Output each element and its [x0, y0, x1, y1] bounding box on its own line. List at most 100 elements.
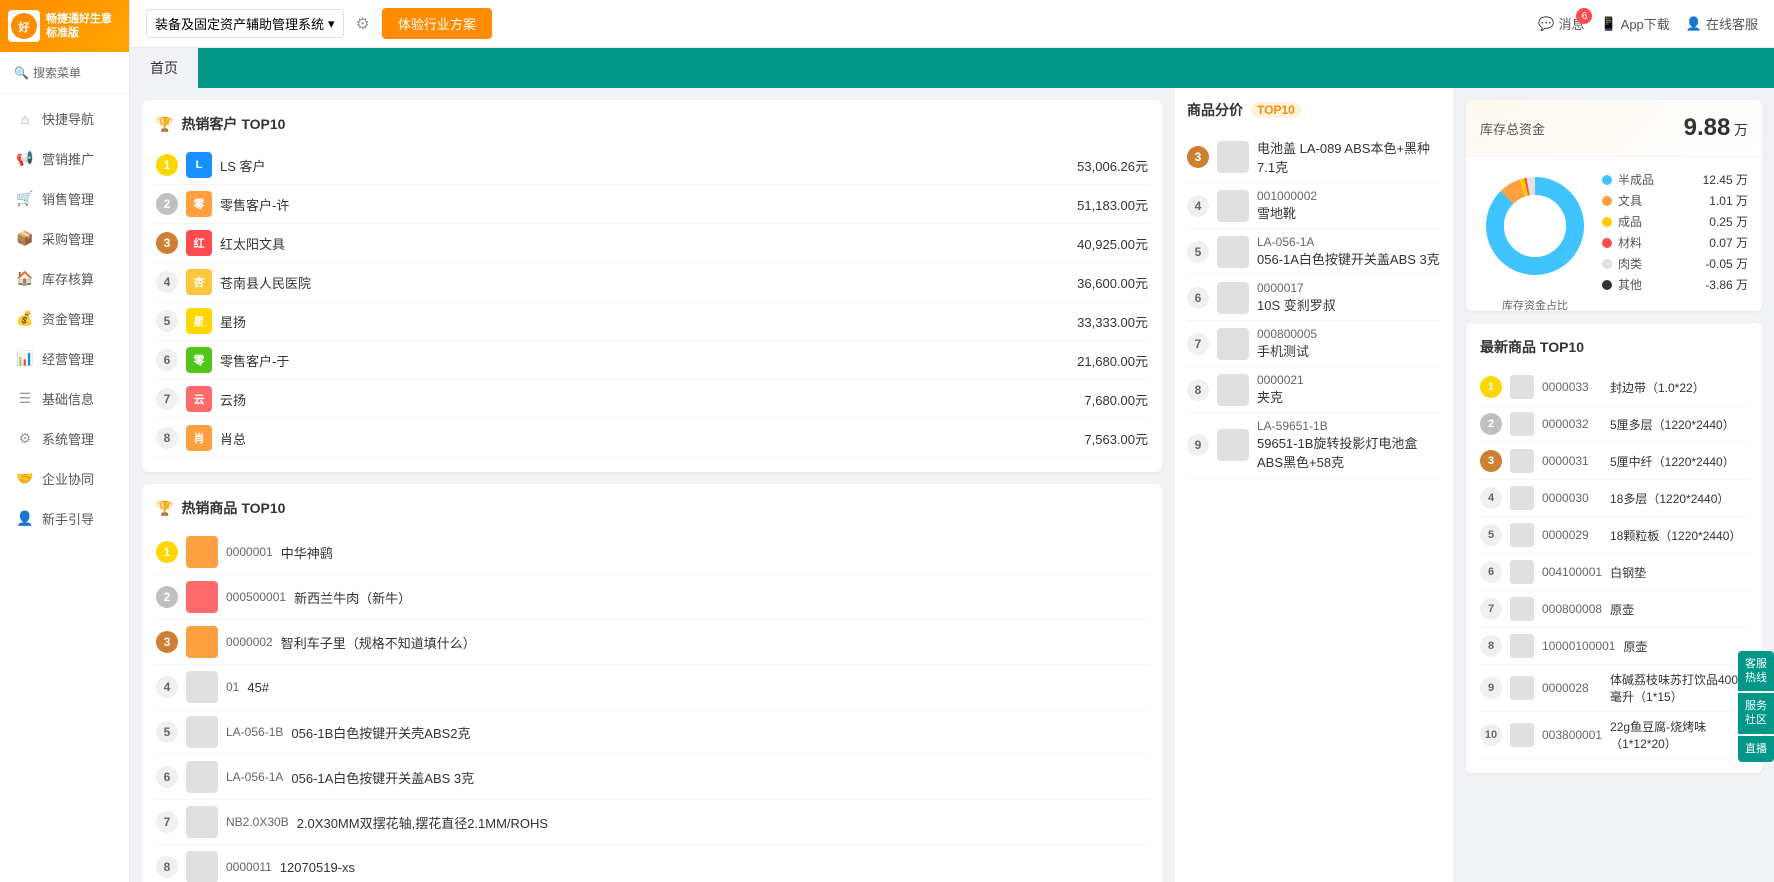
right-panel: 库存总资金 9.88 万	[1454, 88, 1774, 882]
sidebar-header: 好 畅捷通好生意 标准版	[0, 0, 129, 52]
tab-home[interactable]: 首页	[130, 48, 198, 88]
sidebar-item-sales[interactable]: 🛒 销售管理	[4, 179, 125, 218]
customer-amount: 7,563.00元	[1084, 429, 1148, 448]
rank-number: 7	[1480, 598, 1502, 620]
sidebar-item-quick-nav[interactable]: ⌂ 快捷导航	[4, 99, 125, 138]
sidebar-item-guide[interactable]: 👤 新手引导	[4, 499, 125, 538]
product-thumb	[1510, 597, 1534, 621]
message-btn[interactable]: 💬 消息 6	[1538, 14, 1584, 33]
product-code: 0000002	[226, 635, 273, 649]
hot-product-list: 1 0000001 中华神鹞 2 000500001 新西兰牛肉（新牛） 3	[156, 530, 1148, 882]
inventory-amount: 9.88	[1684, 114, 1731, 141]
rank-number-1: 1	[156, 541, 178, 563]
top-badge: TOP10	[1251, 102, 1301, 118]
legend-value: -3.86 万	[1705, 276, 1748, 293]
service-live-btn[interactable]: 直播	[1738, 736, 1774, 762]
product-name: 18多层（1220*2440）	[1610, 490, 1748, 507]
customer-amount: 40,925.00元	[1077, 234, 1148, 253]
search-icon: 🔍	[14, 66, 29, 80]
service-community-label: 服务社区	[1745, 700, 1767, 726]
customer-ranking-label: 热销客户 TOP10	[181, 114, 285, 134]
system-name: 装备及固定资产辅助管理系统	[155, 14, 324, 33]
middle-panel: 🏆 热销客户 TOP10 1 L LS 客户 53,006.26元 2 零	[130, 88, 1174, 882]
new-product-item: 4 0000030 18多层（1220*2440）	[1480, 480, 1748, 517]
rank-number: 8	[1480, 635, 1502, 657]
inventory-body: 库存资金占比 半成品 12.45 万 文具 1.01 万	[1466, 157, 1762, 311]
legend-value: 12.45 万	[1703, 171, 1748, 188]
product-thumb	[186, 671, 218, 703]
product-code: 0000028	[1542, 681, 1602, 695]
topbar-right: 💬 消息 6 📱 App下载 👤 在线客服	[1538, 14, 1758, 33]
product-thumb	[1217, 190, 1249, 222]
search-menu-btn[interactable]: 🔍 搜索菜单	[8, 60, 121, 85]
rank-number-3: 3	[156, 232, 178, 254]
product-code: LA-056-1A	[1257, 235, 1440, 249]
product-code: 0000032	[1542, 417, 1602, 431]
product-code: 0000017	[1257, 281, 1336, 295]
customer-amount: 51,183.00元	[1077, 195, 1148, 214]
customer-name: 红太阳文具	[220, 234, 1069, 253]
product-name: 5厘中纤（1220*2440）	[1610, 453, 1748, 470]
online-service-label: 在线客服	[1706, 14, 1758, 33]
sidebar-item-cooperation[interactable]: 🤝 企业协同	[4, 459, 125, 498]
rank-number: 4	[1480, 487, 1502, 509]
legend-value: -0.05 万	[1705, 255, 1748, 272]
customer-amount: 33,333.00元	[1077, 312, 1148, 331]
sidebar-item-system[interactable]: ⚙ 系统管理	[4, 419, 125, 458]
product-name: 封边带（1.0*22）	[1610, 379, 1748, 396]
sidebar-item-basics[interactable]: ☰ 基础信息	[4, 379, 125, 418]
customer-rank-list: 1 L LS 客户 53,006.26元 2 零 零售客户-许 51,183.0…	[156, 146, 1148, 458]
product-thumb	[1217, 328, 1249, 360]
product-code: 003800001	[1542, 728, 1602, 742]
service-hotline-btn[interactable]: 客服热线	[1738, 651, 1774, 692]
hot-product-item: 8 0000011 12070519-xs	[156, 845, 1148, 882]
product-thumb	[1217, 429, 1249, 461]
settings-icon[interactable]: ⚙	[356, 14, 370, 34]
legend-value: 0.07 万	[1709, 234, 1748, 251]
product-name: 白钢垫	[1610, 564, 1748, 581]
purchase-icon: 📦	[16, 230, 34, 248]
product-code: 004100001	[1542, 565, 1602, 579]
customer-rank-item: 3 红 红太阳文具 40,925.00元	[156, 224, 1148, 263]
service-community-btn[interactable]: 服务社区	[1738, 693, 1774, 734]
sidebar-item-inventory[interactable]: 🏠 库存核算	[4, 259, 125, 298]
online-service-btn[interactable]: 👤 在线客服	[1686, 14, 1758, 33]
rank-number: 9	[1187, 434, 1209, 456]
customer-amount: 53,006.26元	[1077, 156, 1148, 175]
product-code: 0000001	[226, 545, 273, 559]
rank-number: 5	[156, 721, 178, 743]
app-logo: 好	[8, 10, 40, 42]
service-float: 客服热线 服务社区 直播	[1738, 651, 1774, 762]
sidebar-search-area[interactable]: 🔍 搜索菜单	[0, 52, 129, 94]
service-hotline-label: 客服热线	[1745, 658, 1767, 684]
sidebar-item-purchase[interactable]: 📦 采购管理	[4, 219, 125, 258]
system-selector[interactable]: 装备及固定资产辅助管理系统 ▾	[146, 9, 344, 38]
sidebar-item-finance[interactable]: 💰 资金管理	[4, 299, 125, 338]
marketing-icon: 📢	[16, 150, 34, 168]
product-name: 22g鱼豆腐-烧烤味（1*12*20）	[1610, 718, 1748, 752]
product-code: 000800008	[1542, 602, 1602, 616]
sidebar-item-operations[interactable]: 📊 经营管理	[4, 339, 125, 378]
hot-products-title: 🏆 热销商品 TOP10	[156, 498, 1148, 518]
hot-product-item: 3 0000002 智利车子里（规格不知道填什么）	[156, 620, 1148, 665]
content-area: 🏆 热销客户 TOP10 1 L LS 客户 53,006.26元 2 零	[130, 88, 1774, 882]
service-live-label: 直播	[1745, 743, 1767, 755]
try-plan-button[interactable]: 体验行业方案	[382, 8, 492, 39]
mobile-icon: 📱	[1600, 16, 1616, 32]
rank-number: 8	[156, 856, 178, 878]
product-thumb	[186, 536, 218, 568]
legend-item: 其他 -3.86 万	[1602, 276, 1748, 293]
sidebar-item-marketing[interactable]: 📢 营销推广	[4, 139, 125, 178]
legend-name: 半成品	[1618, 171, 1697, 188]
product-thumb	[1510, 634, 1534, 658]
product-name: 原壶	[1623, 638, 1748, 655]
customer-rank-item: 7 云 云扬 7,680.00元	[156, 380, 1148, 419]
app-download-btn[interactable]: 📱 App下载	[1600, 14, 1669, 33]
customer-rank-item: 8 肖 肖总 7,563.00元	[156, 419, 1148, 458]
product-code: NB2.0X30B	[226, 815, 289, 829]
right-product-item: 3 电池盖 LA-089 ABS本色+黑种 7.1克	[1187, 132, 1441, 183]
customer-avatar: 云	[186, 386, 212, 412]
rank-number: 7	[156, 811, 178, 833]
customer-name: 苍南县人民医院	[220, 273, 1069, 292]
customer-ranking-card: 🏆 热销客户 TOP10 1 L LS 客户 53,006.26元 2 零	[142, 100, 1162, 472]
